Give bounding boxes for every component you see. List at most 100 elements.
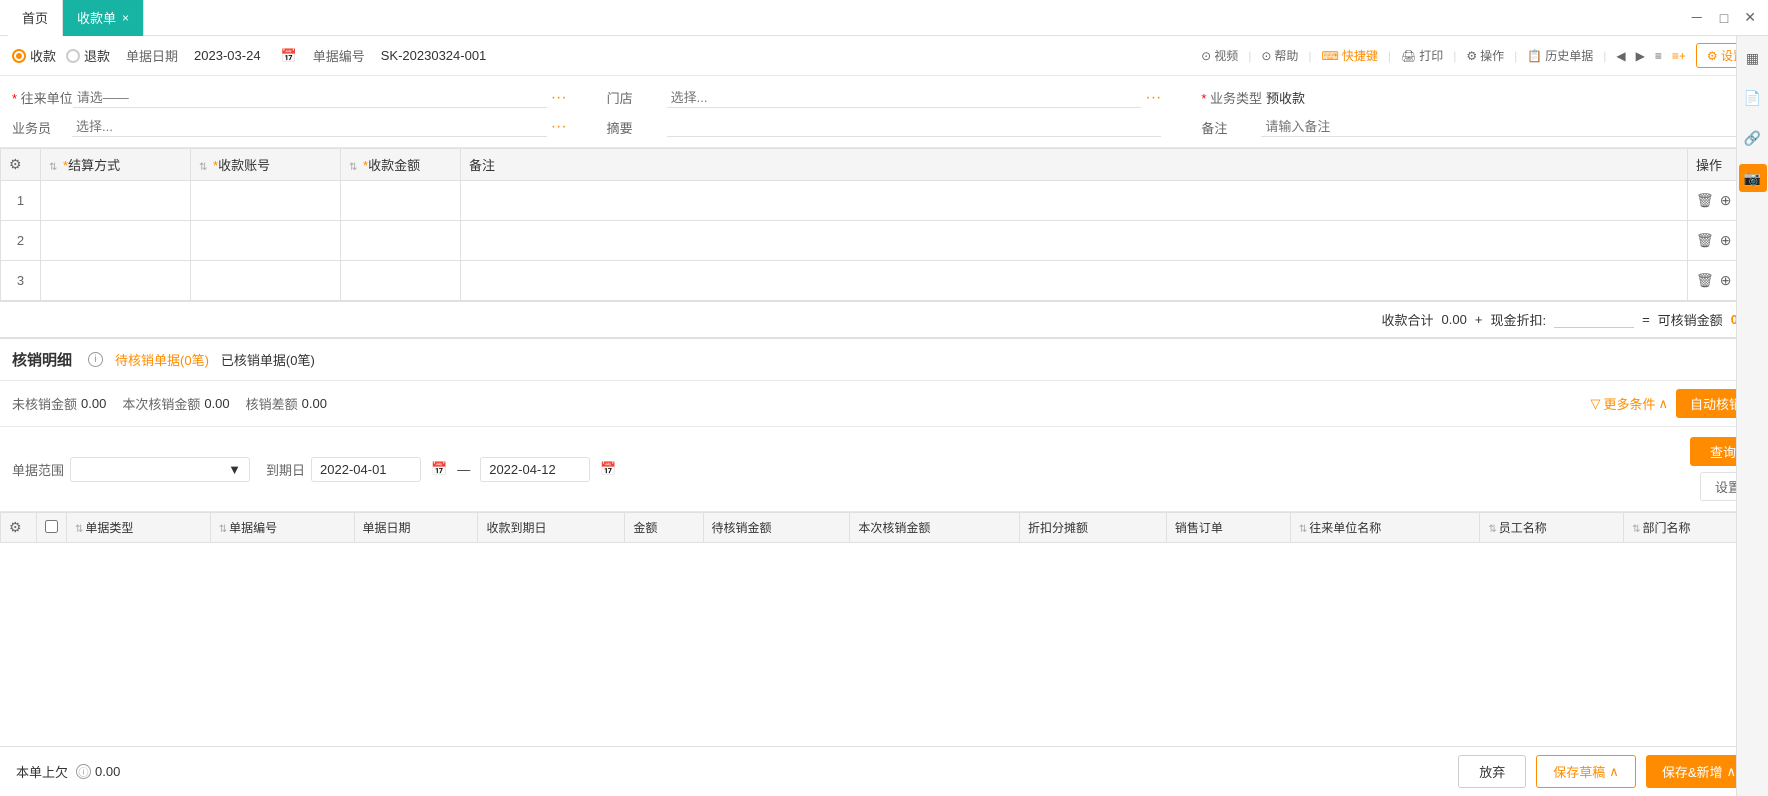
available-label: 可核销金额 (1658, 310, 1723, 329)
sidebar-link-icon[interactable]: 🔗 (1739, 124, 1767, 152)
pending-tab[interactable]: 待核销单据(0笔) (115, 350, 209, 369)
salesperson-more-icon[interactable]: ··· (551, 119, 567, 135)
form-section: 往来单位 ··· 门店 ··· 业务类型 预收款 ▼ 业务员 (0, 76, 1768, 148)
refund-radio[interactable]: 退款 (66, 46, 110, 65)
row-3-amount[interactable] (341, 261, 461, 301)
page-footer: 本单上欠 ⓘ 0.00 放弃 保存草稿 ∧ 保存&新增 ∧ (0, 746, 1768, 796)
list-view-icon[interactable]: ≡ (1655, 49, 1662, 63)
row-3-note[interactable] (461, 261, 1688, 301)
store-input[interactable] (667, 88, 1142, 108)
history-btn[interactable]: 📋 历史单据 (1527, 47, 1593, 64)
bt-col-due-date: 收款到期日 (478, 513, 625, 543)
required-mark-1: * (63, 158, 68, 173)
minimize-button[interactable]: － (1686, 8, 1708, 28)
row-2-delete-icon[interactable]: 🗑 (1696, 232, 1714, 249)
salesperson-input[interactable] (72, 117, 547, 137)
shortcut-btn[interactable]: ⌨ 快捷键 (1322, 47, 1378, 64)
due-date-field: 到期日 📅 — 📅 (266, 457, 616, 482)
receipt-refund-toggle: 收款 退款 (12, 46, 110, 65)
bt-col-counterparty: ⇅往来单位名称 (1290, 513, 1480, 543)
row-2-account[interactable] (191, 221, 341, 261)
due-date-label: 到期日 (266, 460, 305, 479)
maximize-button[interactable]: □ (1716, 10, 1732, 26)
verify-info-icon[interactable]: i (88, 352, 103, 367)
done-tab[interactable]: 已核销单据(0笔) (221, 350, 315, 369)
select-all-checkbox[interactable] (45, 520, 58, 533)
row-2-amount[interactable] (341, 221, 461, 261)
counterparty-more-icon[interactable]: ··· (551, 90, 567, 106)
row-3-account[interactable] (191, 261, 341, 301)
verify-header: 核销明细 i 待核销单据(0笔) 已核销单据(0笔) (0, 339, 1768, 381)
close-button[interactable]: ✕ (1740, 9, 1760, 26)
nav-prev-icon[interactable]: ◀ (1616, 49, 1625, 63)
row-2-settlement[interactable] (41, 221, 191, 261)
receipt-radio[interactable]: 收款 (12, 46, 56, 65)
bottom-table-section: ⚙ ⇅单据类型 ⇅单据编号 单据日期 收款到期日 金额 (0, 512, 1768, 543)
total-value: 0.00 (1442, 312, 1467, 327)
more-conditions-btn[interactable]: ▽ 更多条件 ∧ (1590, 394, 1668, 413)
table-footer: 收款合计 0.00 + 现金折扣: = 可核销金额 0.00 (0, 301, 1768, 339)
filter-icon: ▽ (1590, 396, 1600, 412)
this-order-info-icon[interactable]: ⓘ (76, 764, 91, 779)
date-from-input[interactable] (311, 457, 421, 482)
table-settings-icon[interactable]: ⚙ (9, 156, 22, 172)
row-1-delete-icon[interactable]: 🗑 (1696, 192, 1714, 209)
row-1-settlement[interactable] (41, 181, 191, 221)
operate-label: 操作 (1480, 47, 1504, 64)
row-1-amount[interactable] (341, 181, 461, 221)
range-select[interactable]: ▼ (70, 457, 250, 482)
tab-receipt[interactable]: 收款单 × (63, 0, 144, 36)
store-more-icon[interactable]: ··· (1145, 90, 1161, 106)
sidebar-doc-icon[interactable]: 📄 (1739, 84, 1767, 112)
counterparty-field: 往来单位 ··· (12, 88, 567, 108)
row-3-copy-icon[interactable]: ⊕ (1720, 272, 1732, 289)
doc-date-value: 2023-03-24 (194, 48, 261, 63)
row-1-account[interactable] (191, 181, 341, 221)
summary-input[interactable] (667, 117, 1162, 137)
stat-uncancelled: 未核销金额 0.00 (12, 394, 106, 413)
table-row: 3 🗑 ⊕ (1, 261, 1768, 301)
nav-next-icon[interactable]: ▶ (1636, 49, 1645, 63)
row-2-note[interactable] (461, 221, 1688, 261)
bt-col-checkbox (37, 513, 67, 543)
print-btn[interactable]: 🖨 打印 (1401, 47, 1443, 64)
history-icon: 📋 (1527, 49, 1542, 63)
row-num-1: 1 (1, 181, 41, 221)
abandon-button[interactable]: 放弃 (1458, 755, 1526, 788)
save-new-chevron-icon: ∧ (1726, 764, 1736, 780)
sidebar-camera-icon[interactable]: 📷 (1739, 164, 1767, 192)
operate-btn[interactable]: ⚙ 操作 (1466, 47, 1504, 64)
filter-right: ▽ 更多条件 ∧ 自动核销 (1590, 389, 1756, 418)
counterparty-input[interactable] (73, 88, 547, 108)
date-to-calendar-icon[interactable]: 📅 (600, 461, 616, 477)
row-2-copy-icon[interactable]: ⊕ (1720, 232, 1732, 249)
sidebar-grid-icon[interactable]: ▦ (1739, 44, 1767, 72)
tab-home[interactable]: 首页 (8, 0, 63, 36)
row-3-settlement[interactable] (41, 261, 191, 301)
video-btn[interactable]: ⊙ 视频 (1201, 47, 1238, 64)
search-row: 单据范围 ▼ 到期日 📅 — 📅 查询 设置 (0, 427, 1768, 512)
row-1-copy-icon[interactable]: ⊕ (1720, 192, 1732, 209)
tab-receipt-label: 收款单 (77, 8, 116, 27)
print-icon: 🖨 (1401, 49, 1416, 63)
bt-settings-icon[interactable]: ⚙ (9, 519, 22, 535)
store-label: 门店 (607, 88, 667, 107)
more-conditions-label: 更多条件 (1603, 394, 1655, 413)
video-label: 视频 (1214, 47, 1238, 64)
note-input[interactable] (1261, 117, 1756, 137)
save-draft-button[interactable]: 保存草稿 ∧ (1536, 755, 1636, 788)
date-to-input[interactable] (480, 457, 590, 482)
doc-date-calendar-icon[interactable]: 📅 (281, 48, 297, 64)
help-btn[interactable]: ⊙ 帮助 (1261, 47, 1298, 64)
col-settings: ⚙ (1, 149, 41, 181)
list-add-icon[interactable]: ≡+ (1672, 49, 1686, 63)
form-row-2: 业务员 ··· 摘要 备注 (12, 117, 1756, 137)
discount-input[interactable] (1554, 312, 1634, 328)
stat-diff: 核销差额 0.00 (246, 394, 327, 413)
doc-date-label: 单据日期 (126, 46, 178, 65)
row-3-delete-icon[interactable]: 🗑 (1696, 272, 1714, 289)
tab-close-icon[interactable]: × (122, 11, 129, 25)
row-1-note[interactable] (461, 181, 1688, 221)
business-type-value: 预收款 (1262, 86, 1746, 109)
note-field: 备注 (1201, 117, 1756, 137)
